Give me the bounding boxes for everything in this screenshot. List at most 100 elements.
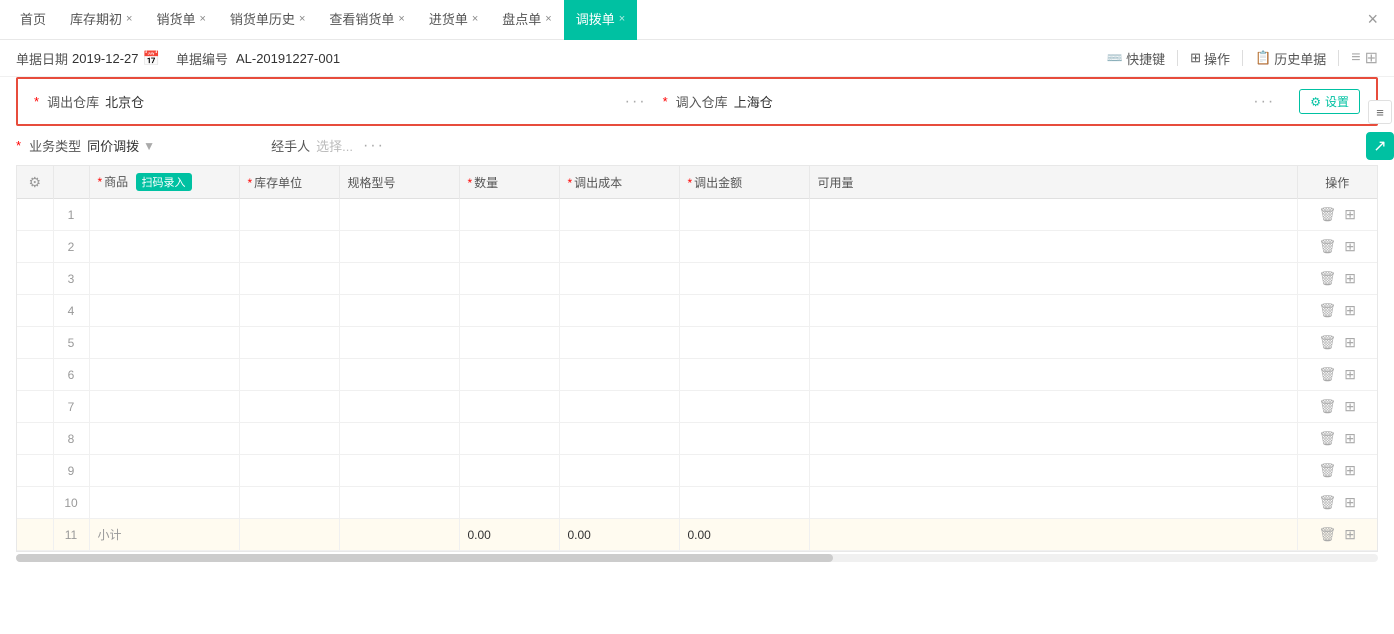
row-qty-cell[interactable] (459, 359, 559, 391)
tab-close-inventory-init[interactable]: × (126, 13, 132, 25)
tab-close-sales-order[interactable]: × (199, 13, 205, 25)
copy-icon[interactable]: ⊞ (1344, 270, 1356, 287)
layout-list-icon[interactable]: ≡ (1351, 49, 1360, 67)
row-amount-cell[interactable] (679, 199, 809, 231)
row-cost-cell[interactable] (559, 423, 679, 455)
row-unit-cell[interactable] (239, 359, 339, 391)
delete-icon[interactable]: 🗑 (1318, 238, 1336, 255)
row-product-cell[interactable] (89, 391, 239, 423)
row-spec-cell[interactable] (339, 295, 459, 327)
tab-close-view-sales[interactable]: × (398, 13, 404, 25)
copy-icon[interactable]: ⊞ (1344, 206, 1356, 223)
history-button[interactable]: 📋 历史单据 (1255, 49, 1326, 68)
row-qty-cell[interactable] (459, 295, 559, 327)
row-spec-cell[interactable] (339, 391, 459, 423)
row-spec-cell[interactable] (339, 487, 459, 519)
row-amount-cell[interactable] (679, 487, 809, 519)
tab-stocktake[interactable]: 盘点单 × (490, 0, 563, 40)
delete-icon[interactable]: 🗑 (1318, 334, 1336, 351)
delete-icon[interactable]: 🗑 (1318, 526, 1336, 543)
scan-button[interactable]: 扫码录入 (136, 173, 192, 191)
tab-sales-order[interactable]: 销货单 × (144, 0, 217, 40)
in-warehouse-value[interactable]: 上海仓 (734, 92, 773, 111)
row-spec-cell[interactable] (339, 327, 459, 359)
row-unit-cell[interactable] (239, 487, 339, 519)
delete-icon[interactable]: 🗑 (1318, 494, 1336, 511)
row-unit-cell[interactable] (239, 327, 339, 359)
handler-select[interactable]: 选择... (316, 136, 353, 155)
row-qty-cell[interactable] (459, 199, 559, 231)
row-qty-cell[interactable] (459, 423, 559, 455)
row-qty-cell[interactable] (459, 391, 559, 423)
row-unit-cell[interactable] (239, 199, 339, 231)
row-cost-cell[interactable] (559, 327, 679, 359)
row-amount-cell[interactable] (679, 231, 809, 263)
row-product-cell[interactable] (89, 455, 239, 487)
row-cost-cell[interactable] (559, 231, 679, 263)
row-unit-cell[interactable] (239, 455, 339, 487)
row-unit-cell[interactable] (239, 231, 339, 263)
row-qty-cell[interactable] (459, 231, 559, 263)
row-amount-cell[interactable] (679, 455, 809, 487)
row-product-cell[interactable] (89, 327, 239, 359)
copy-icon[interactable]: ⊞ (1344, 494, 1356, 511)
settings-button[interactable]: ⚙ 设置 (1299, 89, 1360, 114)
tab-close-stocktake[interactable]: × (545, 13, 551, 25)
row-cost-cell[interactable] (559, 359, 679, 391)
row-product-cell[interactable] (89, 359, 239, 391)
row-spec-cell[interactable] (339, 455, 459, 487)
copy-icon[interactable]: ⊞ (1344, 398, 1356, 415)
th-gear[interactable]: ⚙ (17, 166, 53, 199)
operation-button[interactable]: ⊞ 操作 (1190, 49, 1230, 68)
row-unit-cell[interactable] (239, 295, 339, 327)
row-amount-cell[interactable] (679, 263, 809, 295)
copy-icon[interactable]: ⊞ (1344, 238, 1356, 255)
delete-icon[interactable]: 🗑 (1318, 366, 1336, 383)
row-spec-cell[interactable] (339, 359, 459, 391)
horizontal-scrollbar[interactable] (16, 554, 1378, 562)
row-amount-cell[interactable] (679, 423, 809, 455)
copy-icon[interactable]: ⊞ (1344, 430, 1356, 447)
copy-icon[interactable]: ⊞ (1344, 334, 1356, 351)
row-cost-cell[interactable] (559, 263, 679, 295)
copy-icon[interactable]: ⊞ (1344, 526, 1356, 543)
row-qty-cell[interactable] (459, 263, 559, 295)
delete-icon[interactable]: 🗑 (1318, 206, 1336, 223)
delete-icon[interactable]: 🗑 (1318, 462, 1336, 479)
copy-icon[interactable]: ⊞ (1344, 302, 1356, 319)
sidebar-list-icon[interactable]: ≡ (1368, 100, 1392, 124)
row-cost-cell[interactable] (559, 455, 679, 487)
sidebar-external-link-icon[interactable]: ↗ (1366, 132, 1394, 160)
row-product-cell[interactable] (89, 295, 239, 327)
row-product-cell[interactable] (89, 487, 239, 519)
row-qty-cell[interactable] (459, 327, 559, 359)
tab-close-sales-history[interactable]: × (299, 13, 305, 25)
row-product-cell[interactable] (89, 199, 239, 231)
delete-icon[interactable]: 🗑 (1318, 430, 1336, 447)
delete-icon[interactable]: 🗑 (1318, 302, 1336, 319)
tab-purchase[interactable]: 进货单 × (417, 0, 490, 40)
tab-close-purchase[interactable]: × (472, 13, 478, 25)
row-cost-cell[interactable] (559, 391, 679, 423)
table-gear-icon[interactable]: ⚙ (28, 174, 41, 190)
row-unit-cell[interactable] (239, 263, 339, 295)
row-amount-cell[interactable] (679, 391, 809, 423)
scrollbar-thumb[interactable] (16, 554, 833, 562)
delete-icon[interactable]: 🗑 (1318, 270, 1336, 287)
row-amount-cell[interactable] (679, 359, 809, 391)
row-cost-cell[interactable] (559, 199, 679, 231)
tab-sales-history[interactable]: 销货单历史 × (218, 0, 317, 40)
copy-icon[interactable]: ⊞ (1344, 366, 1356, 383)
tab-close-transfer[interactable]: × (619, 13, 625, 25)
row-unit-cell[interactable] (239, 391, 339, 423)
row-spec-cell[interactable] (339, 423, 459, 455)
row-unit-cell[interactable] (239, 423, 339, 455)
row-spec-cell[interactable] (339, 263, 459, 295)
tab-transfer[interactable]: 调拨单 × (564, 0, 637, 40)
row-spec-cell[interactable] (339, 231, 459, 263)
tab-home[interactable]: 首页 (8, 0, 58, 40)
out-warehouse-value[interactable]: 北京仓 (105, 92, 144, 111)
row-amount-cell[interactable] (679, 295, 809, 327)
row-spec-cell[interactable] (339, 199, 459, 231)
biz-type-select[interactable]: 同价调拨 ▼ (87, 136, 207, 155)
